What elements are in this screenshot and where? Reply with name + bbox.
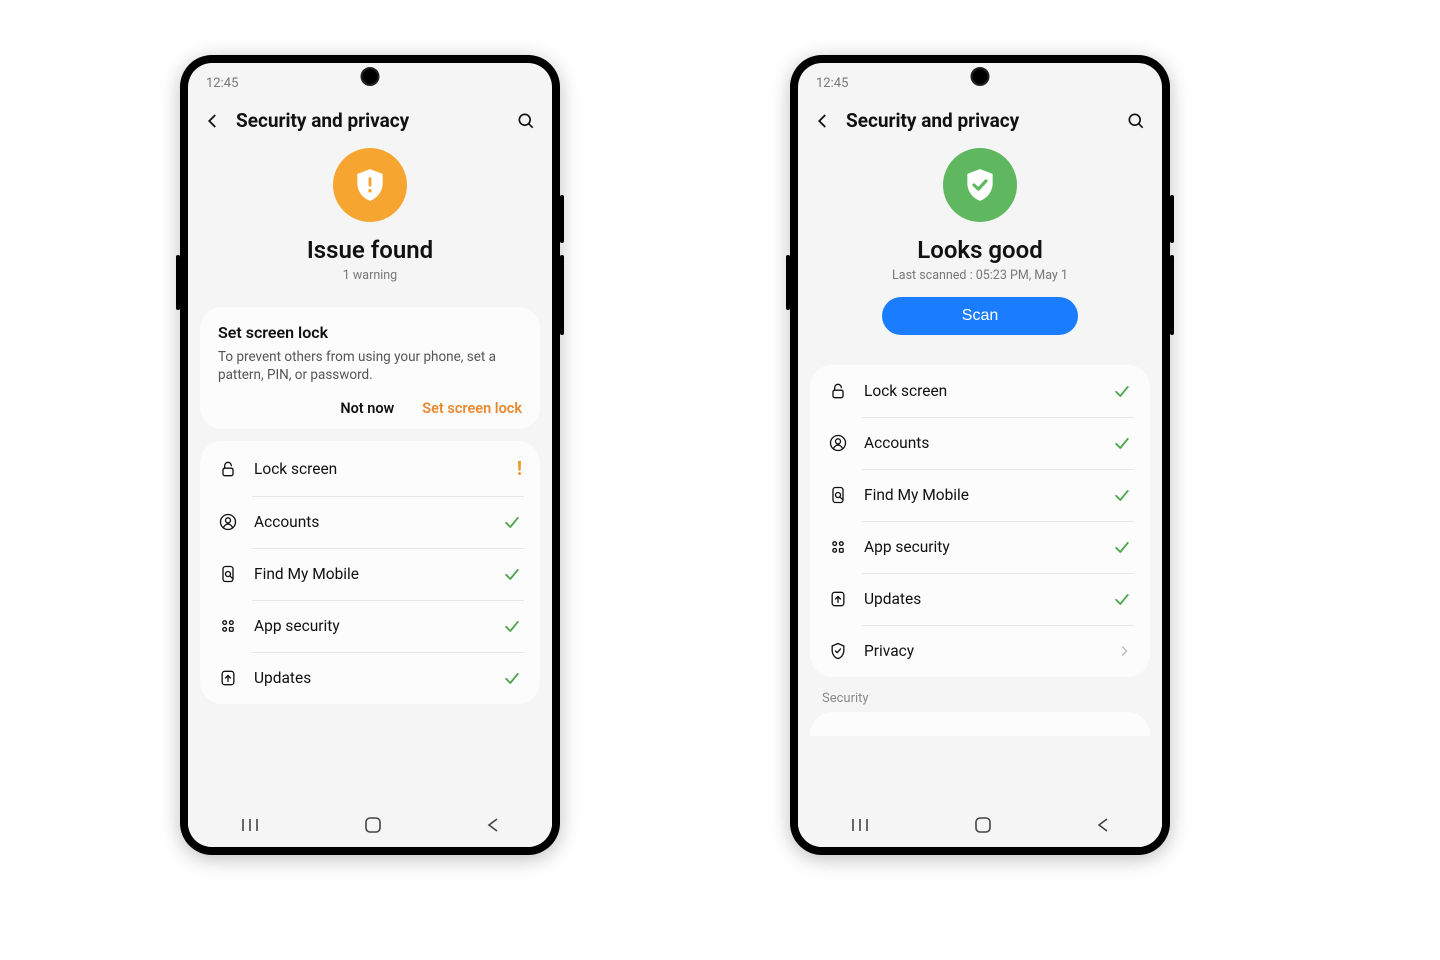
side-button [560, 195, 564, 243]
hero-title: Issue found [307, 236, 433, 264]
list-item-find[interactable]: Find My Mobile [200, 548, 540, 600]
search-icon[interactable] [1126, 111, 1146, 131]
not-now-button[interactable]: Not now [340, 400, 394, 417]
card-title: Set screen lock [218, 323, 522, 342]
side-button [786, 255, 790, 310]
status-time: 12:45 [816, 76, 848, 91]
list-item-label: App security [864, 538, 1112, 556]
recents-icon[interactable] [850, 817, 870, 833]
update-icon [218, 668, 238, 688]
back-nav-icon[interactable] [1096, 817, 1110, 833]
nav-bar [188, 803, 552, 847]
status-time: 12:45 [206, 76, 238, 91]
list-item-label: Find My Mobile [254, 565, 502, 583]
back-icon[interactable] [814, 112, 832, 130]
suggestion-card: Set screen lock To prevent others from u… [200, 307, 540, 429]
find-icon [828, 485, 848, 505]
check-icon [1112, 485, 1132, 505]
shield-warning-icon [333, 148, 407, 222]
check-icon [502, 512, 522, 532]
apps-icon [828, 537, 848, 557]
search-icon[interactable] [516, 111, 536, 131]
page-title: Security and privacy [846, 109, 1126, 132]
list-item-find[interactable]: Find My Mobile [810, 469, 1150, 521]
list-item-label: Find My Mobile [864, 486, 1112, 504]
security-list: Lock screen! Accounts Find My Mobile App se… [200, 441, 540, 704]
list-item-apps[interactable]: App security [810, 521, 1150, 573]
side-button [176, 255, 180, 310]
screen-left: 12:45 Security and privacy Issue found 1… [188, 63, 552, 847]
list-item-label: Privacy [864, 642, 1116, 660]
back-icon[interactable] [204, 112, 222, 130]
home-icon[interactable] [974, 816, 992, 834]
next-card-peek [810, 712, 1150, 736]
section-header-security: Security [798, 677, 1162, 708]
list-item-account[interactable]: Accounts [200, 496, 540, 548]
side-button [1170, 255, 1174, 335]
check-icon [502, 564, 522, 584]
list-item-update[interactable]: Updates [200, 652, 540, 704]
security-hero: Looks good Last scanned : 05:23 PM, May … [798, 140, 1162, 347]
hero-title: Looks good [917, 236, 1042, 264]
find-icon [218, 564, 238, 584]
page-title: Security and privacy [236, 109, 516, 132]
list-item-label: Lock screen [864, 382, 1112, 400]
list-item-label: Accounts [254, 513, 502, 531]
lock-icon [828, 381, 848, 401]
app-bar: Security and privacy [188, 99, 552, 140]
security-hero: Issue found 1 warning [188, 140, 552, 295]
list-item-label: Accounts [864, 434, 1112, 452]
account-icon [828, 433, 848, 453]
list-item-label: Lock screen [254, 460, 517, 478]
card-description: To prevent others from using your phone,… [218, 348, 522, 384]
list-item-label: Updates [254, 669, 502, 687]
side-button [1170, 195, 1174, 243]
warning-icon: ! [517, 457, 522, 480]
privacy-icon [828, 641, 848, 661]
phone-frame-left: 12:45 Security and privacy Issue found 1… [180, 55, 560, 855]
check-icon [1112, 537, 1132, 557]
home-icon[interactable] [364, 816, 382, 834]
list-item-lock[interactable]: Lock screen [810, 365, 1150, 417]
back-nav-icon[interactable] [486, 817, 500, 833]
security-list: Lock screen Accounts Find My Mobile App sec… [810, 365, 1150, 677]
check-icon [1112, 433, 1132, 453]
list-item-update[interactable]: Updates [810, 573, 1150, 625]
list-item-apps[interactable]: App security [200, 600, 540, 652]
list-item-privacy[interactable]: Privacy [810, 625, 1150, 677]
lock-icon [218, 459, 238, 479]
apps-icon [218, 616, 238, 636]
camera-cutout [971, 67, 990, 86]
shield-check-icon [943, 148, 1017, 222]
set-screen-lock-button[interactable]: Set screen lock [422, 400, 522, 417]
check-icon [1112, 381, 1132, 401]
list-item-label: App security [254, 617, 502, 635]
check-icon [502, 668, 522, 688]
screen-right: 12:45 Security and privacy Looks good La… [798, 63, 1162, 847]
hero-subtitle: 1 warning [343, 268, 397, 283]
phone-frame-right: 12:45 Security and privacy Looks good La… [790, 55, 1170, 855]
list-item-account[interactable]: Accounts [810, 417, 1150, 469]
list-item-lock[interactable]: Lock screen! [200, 441, 540, 496]
check-icon [1112, 589, 1132, 609]
chevron-right-icon [1116, 643, 1132, 659]
app-bar: Security and privacy [798, 99, 1162, 140]
camera-cutout [361, 67, 380, 86]
recents-icon[interactable] [240, 817, 260, 833]
scan-button[interactable]: Scan [882, 297, 1078, 335]
account-icon [218, 512, 238, 532]
hero-subtitle: Last scanned : 05:23 PM, May 1 [892, 268, 1068, 283]
list-item-label: Updates [864, 590, 1112, 608]
update-icon [828, 589, 848, 609]
nav-bar [798, 803, 1162, 847]
check-icon [502, 616, 522, 636]
side-button [560, 255, 564, 335]
